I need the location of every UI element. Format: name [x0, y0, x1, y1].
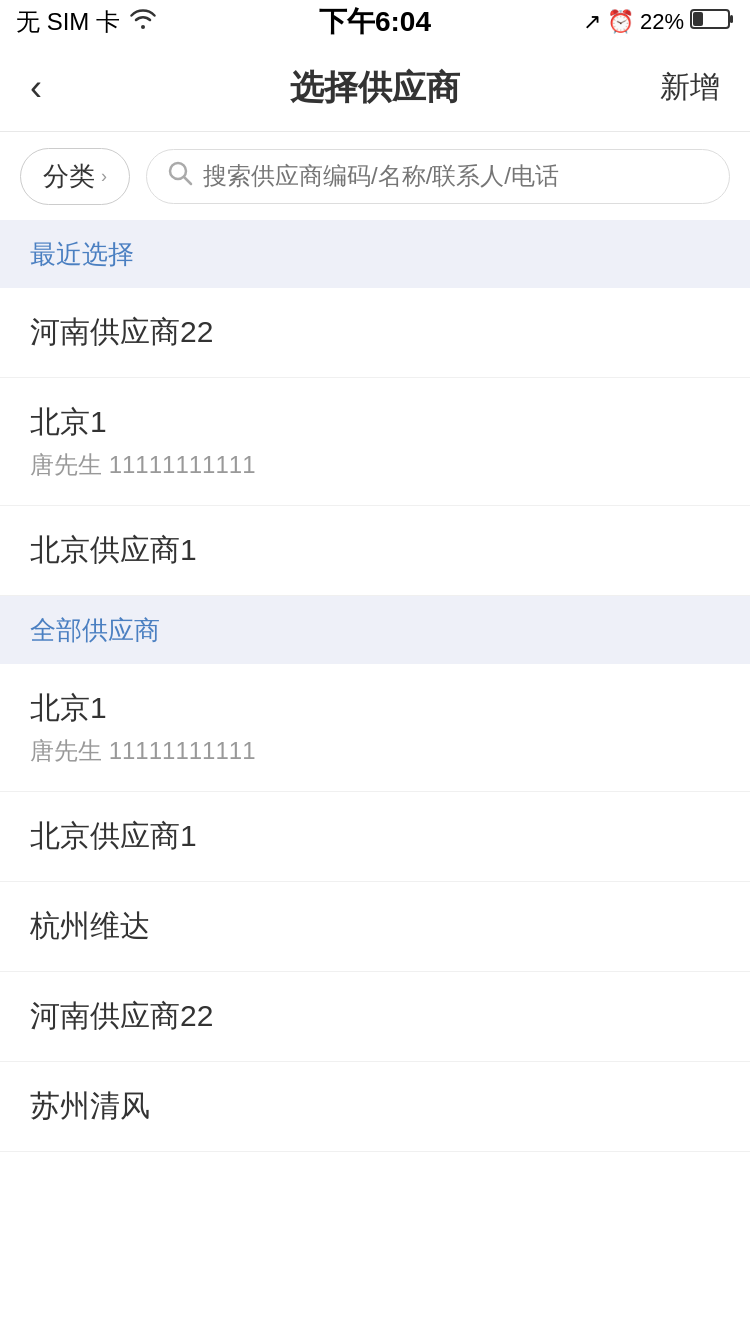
status-right: ↗ ⏰ 22%	[583, 8, 734, 36]
recent-section-label: 最近选择	[30, 237, 134, 272]
item-contact: 唐先生 11111111111	[30, 449, 720, 481]
recent-section-header: 最近选择	[0, 220, 750, 288]
all-section-label: 全部供应商	[30, 613, 160, 648]
item-name: 北京1	[30, 402, 720, 443]
nav-bar: ‹ 选择供应商 新增	[0, 44, 750, 132]
list-item[interactable]: 杭州维达	[0, 882, 750, 972]
list-item[interactable]: 北京供应商1	[0, 792, 750, 882]
svg-line-4	[184, 177, 191, 184]
list-item[interactable]: 河南供应商22	[0, 288, 750, 378]
status-time: 下午6:04	[319, 3, 431, 41]
category-button[interactable]: 分类 ›	[20, 148, 130, 205]
battery-text: 22%	[640, 9, 684, 35]
item-name: 河南供应商22	[30, 312, 720, 353]
all-items-list: 北京1 唐先生 11111111111 北京供应商1 杭州维达 河南供应商22 …	[0, 664, 750, 1152]
list-item[interactable]: 河南供应商22	[0, 972, 750, 1062]
status-bar: 无 SIM 卡 下午6:04 ↗ ⏰ 22%	[0, 0, 750, 44]
no-sim-text: 无 SIM 卡	[16, 6, 120, 38]
list-item[interactable]: 北京1 唐先生 11111111111	[0, 378, 750, 506]
item-name: 河南供应商22	[30, 996, 720, 1037]
svg-rect-1	[730, 15, 733, 23]
filter-row: 分类 ›	[0, 132, 750, 220]
item-name: 北京供应商1	[30, 530, 720, 571]
back-button[interactable]: ‹	[30, 67, 90, 109]
list-item[interactable]: 苏州清风	[0, 1062, 750, 1152]
item-name: 北京供应商1	[30, 816, 720, 857]
list-item[interactable]: 北京供应商1	[0, 506, 750, 596]
recent-items-list: 河南供应商22 北京1 唐先生 11111111111 北京供应商1	[0, 288, 750, 596]
alarm-icon: ⏰	[607, 9, 634, 35]
item-name: 北京1	[30, 688, 720, 729]
list-item[interactable]: 北京1 唐先生 11111111111	[0, 664, 750, 792]
svg-rect-2	[693, 12, 703, 26]
all-section-header: 全部供应商	[0, 596, 750, 664]
item-contact: 唐先生 11111111111	[30, 735, 720, 767]
search-box	[146, 149, 730, 204]
status-left: 无 SIM 卡	[16, 6, 158, 38]
item-name: 苏州清风	[30, 1086, 720, 1127]
new-action-button[interactable]: 新增	[660, 67, 720, 108]
page-title: 选择供应商	[290, 65, 460, 111]
search-icon	[167, 160, 193, 193]
item-name: 杭州维达	[30, 906, 720, 947]
chevron-right-icon: ›	[101, 166, 107, 187]
location-icon: ↗	[583, 9, 601, 35]
category-label: 分类	[43, 159, 95, 194]
wifi-icon	[128, 8, 158, 36]
battery-icon	[690, 8, 734, 36]
search-input[interactable]	[203, 162, 709, 190]
